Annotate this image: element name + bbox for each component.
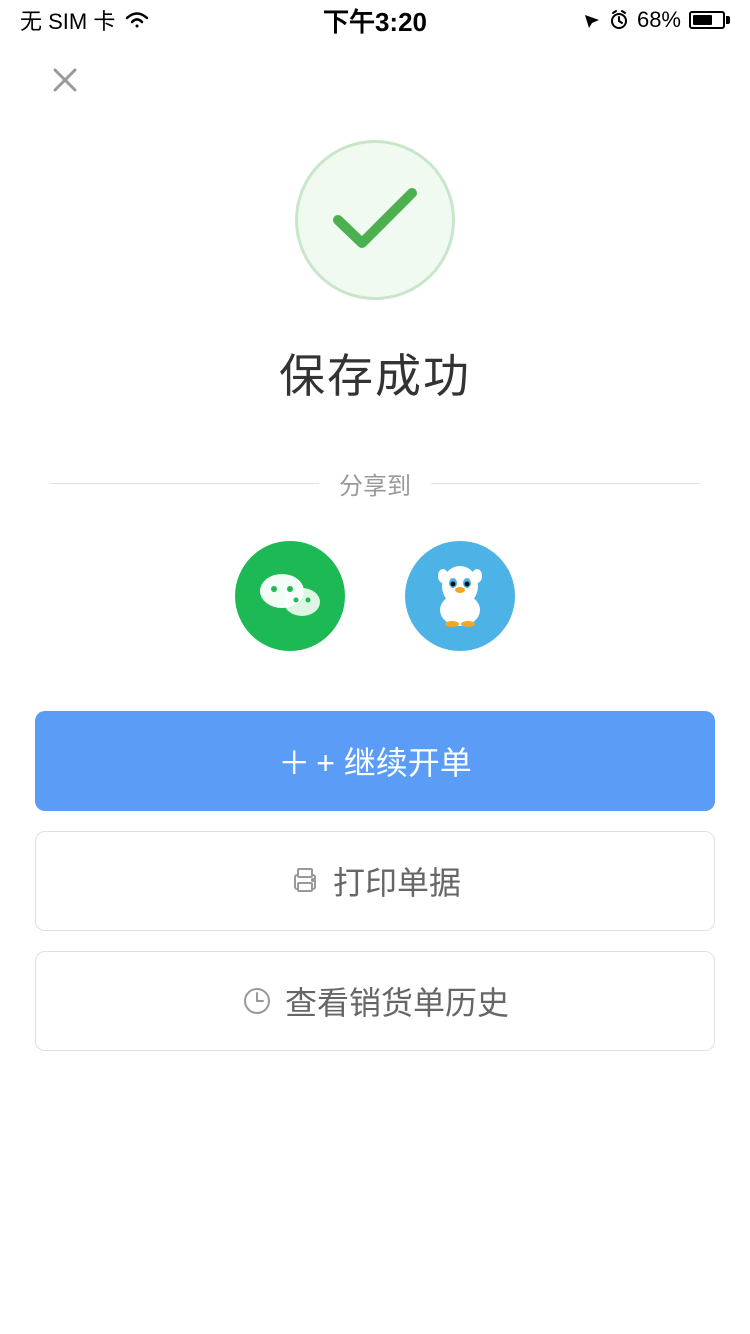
printer-icon (289, 865, 321, 897)
battery-percent: 68% (637, 7, 681, 33)
success-icon-circle (295, 140, 455, 300)
checkmark-icon (330, 185, 420, 255)
alarm-icon (609, 10, 629, 30)
history-button[interactable]: 查看销货单历史 (35, 951, 715, 1051)
divider-line-left (50, 483, 319, 484)
share-label: 分享到 (319, 466, 431, 501)
main-content: 保存成功 分享到 (0, 40, 750, 1051)
status-bar: 无 SIM 卡 下午3:20 68% (0, 0, 750, 40)
wechat-icon (258, 569, 323, 624)
continue-label: + 继续开单 (316, 738, 472, 784)
action-buttons: ＋ + 继续开单 打印单据 查看销货单历史 (35, 711, 715, 1051)
history-label: 查看销货单历史 (285, 978, 509, 1024)
battery-icon (689, 11, 730, 29)
status-right: 68% (583, 7, 730, 33)
divider-line-right (431, 483, 700, 484)
wifi-icon (123, 10, 151, 30)
share-wechat-button[interactable] (235, 541, 345, 651)
print-label: 打印单据 (333, 858, 461, 904)
print-button[interactable]: 打印单据 (35, 831, 715, 931)
close-button[interactable] (40, 55, 90, 105)
qq-icon (430, 564, 490, 629)
success-title: 保存成功 (279, 340, 471, 406)
status-time: 下午3:20 (323, 2, 427, 39)
continue-plus-icon: ＋ (278, 738, 310, 784)
continue-button[interactable]: ＋ + 继续开单 (35, 711, 715, 811)
no-sim-text: 无 SIM 卡 (20, 4, 115, 36)
share-divider: 分享到 (0, 466, 750, 501)
share-qq-button[interactable] (405, 541, 515, 651)
status-left: 无 SIM 卡 (20, 4, 151, 36)
location-icon (583, 10, 601, 30)
history-icon (241, 985, 273, 1017)
share-icons (235, 541, 515, 651)
